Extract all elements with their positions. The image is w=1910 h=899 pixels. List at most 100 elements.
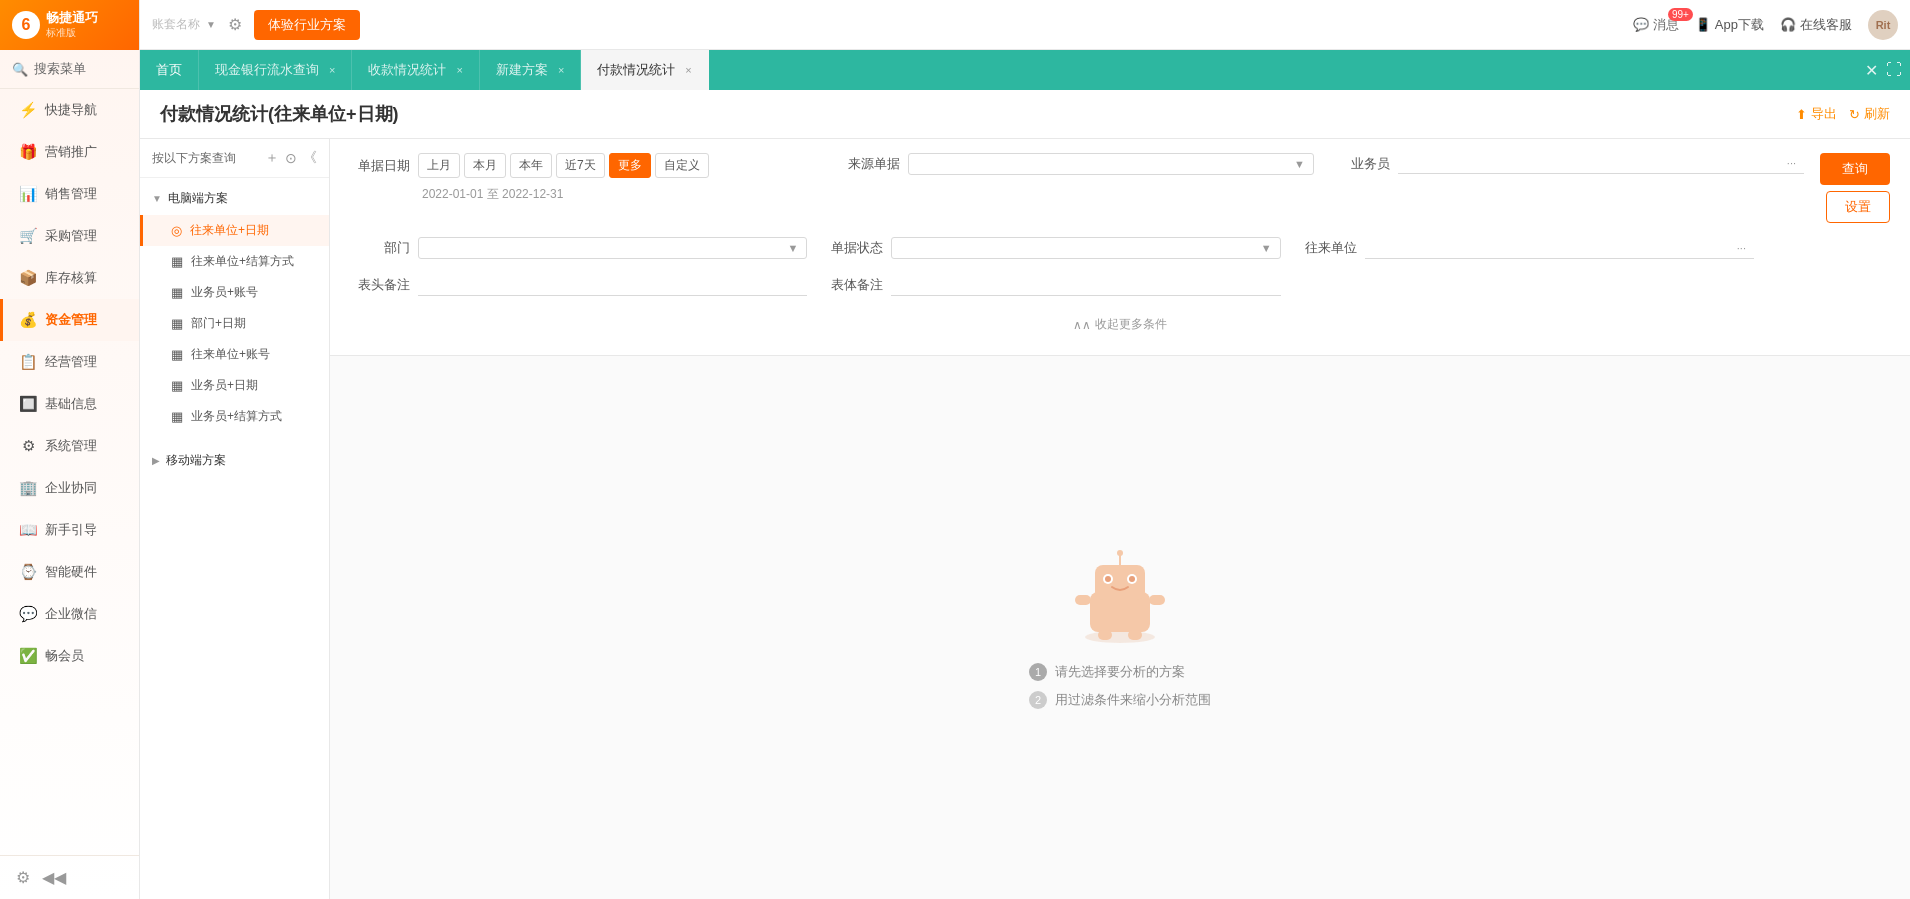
app-download-label: App下载 <box>1715 16 1764 34</box>
sidebar-item-operations[interactable]: 📋 经营管理 <box>0 341 139 383</box>
date-btn-custom[interactable]: 自定义 <box>655 153 709 178</box>
settings-footer-icon[interactable]: ⚙ <box>16 868 30 887</box>
filter-area: 单据日期 上月 本月 本年 近7天 更多 自定义 <box>330 139 1910 899</box>
sidebar-item-inventory[interactable]: 📦 库存核算 <box>0 257 139 299</box>
scheme-item-partner-settle[interactable]: ▦ 往来单位+结算方式 <box>140 246 329 277</box>
date-filter-options: 上月 本月 本年 近7天 更多 自定义 <box>418 153 709 178</box>
scheme-group-desktop-title[interactable]: ▼ 电脑端方案 <box>140 184 329 213</box>
dept-filter-label: 部门 <box>350 239 410 257</box>
sidebar-item-label: 企业微信 <box>45 605 97 623</box>
refresh-icon: ↻ <box>1849 107 1860 122</box>
dept-select[interactable]: ▼ <box>418 237 807 259</box>
messages-btn[interactable]: 💬 消息 99+ <box>1633 16 1679 34</box>
tab-receipt-stats-close-icon[interactable]: × <box>456 64 462 76</box>
scheme-item-partner-date[interactable]: ◎ 往来单位+日期 <box>140 215 329 246</box>
scheme-group-mobile-title[interactable]: ▶ 移动端方案 <box>140 446 329 475</box>
tab-receipt-stats[interactable]: 收款情况统计 × <box>352 50 479 90</box>
account-selector[interactable]: 账套名称 ▼ <box>152 16 216 33</box>
account-chevron-icon: ▼ <box>206 19 216 30</box>
sidebar-item-quick-nav[interactable]: ⚡ 快捷导航 <box>0 89 139 131</box>
tab-bank-flow-close-icon[interactable]: × <box>329 64 335 76</box>
scheme-item-staff-settle[interactable]: ▦ 业务员+结算方式 <box>140 401 329 432</box>
sidebar-item-label: 库存核算 <box>45 269 97 287</box>
app-download-btn[interactable]: 📱 App下载 <box>1695 16 1764 34</box>
export-icon: ⬆ <box>1796 107 1807 122</box>
source-filter-label: 来源单据 <box>840 155 900 173</box>
sidebar-item-wechat[interactable]: 💬 企业微信 <box>0 593 139 635</box>
sidebar-item-sales[interactable]: 📊 销售管理 <box>0 173 139 215</box>
tab-new-scheme[interactable]: 新建方案 × <box>480 50 581 90</box>
staff-select[interactable]: ··· <box>1398 153 1804 174</box>
scheme-item-staff-date[interactable]: ▦ 业务员+日期 <box>140 370 329 401</box>
topnav-settings-icon[interactable]: ⚙ <box>228 15 242 34</box>
header-note-input[interactable] <box>418 273 807 296</box>
sidebar-item-hardware[interactable]: ⌚ 智能硬件 <box>0 551 139 593</box>
sidebar-item-guide[interactable]: 📖 新手引导 <box>0 509 139 551</box>
scheme-item-partner-account[interactable]: ▦ 往来单位+账号 <box>140 339 329 370</box>
tab-new-scheme-close-icon[interactable]: × <box>558 64 564 76</box>
refresh-button[interactable]: ↻ 刷新 <box>1849 105 1890 123</box>
tip-num-1: 1 <box>1029 663 1047 681</box>
scheme-item-staff-account[interactable]: ▦ 业务员+账号 <box>140 277 329 308</box>
page-header: 付款情况统计(往来单位+日期) ⬆ 导出 ↻ 刷新 <box>140 90 1910 139</box>
export-label: 导出 <box>1811 105 1837 123</box>
trial-button[interactable]: 体验行业方案 <box>254 10 360 40</box>
sidebar-item-member[interactable]: ✅ 畅会员 <box>0 635 139 677</box>
date-btn-this-month[interactable]: 本月 <box>464 153 506 178</box>
scheme-item-label: 业务员+结算方式 <box>191 408 282 425</box>
sidebar-item-system[interactable]: ⚙ 系统管理 <box>0 425 139 467</box>
tab-payment-stats[interactable]: 付款情况统计 × <box>581 50 708 90</box>
scheme-item-dept-date[interactable]: ▦ 部门+日期 <box>140 308 329 339</box>
settings-button[interactable]: 设置 <box>1826 191 1890 223</box>
sidebar-item-base[interactable]: 🔲 基础信息 <box>0 383 139 425</box>
logo-icon: 6 <box>12 11 40 39</box>
partner-select[interactable]: ··· <box>1365 238 1754 259</box>
tabs-expand-icon[interactable]: ⛶ <box>1886 61 1902 79</box>
date-btn-7days[interactable]: 近7天 <box>556 153 605 178</box>
collapse-label: 收起更多条件 <box>1095 316 1167 333</box>
body-note-input[interactable] <box>891 273 1280 296</box>
operations-icon: 📋 <box>19 353 37 371</box>
date-btn-last-month[interactable]: 上月 <box>418 153 460 178</box>
data-area: 1 请先选择要分析的方案 2 用过滤条件来缩小分析范围 <box>330 356 1910 899</box>
sidebar-item-enterprise[interactable]: 🏢 企业协同 <box>0 467 139 509</box>
topnav-right: 💬 消息 99+ 📱 App下载 🎧 在线客服 Rit <box>1633 10 1898 40</box>
sidebar-item-funds[interactable]: 💰 资金管理 <box>0 299 139 341</box>
collapse-sidebar-icon[interactable]: ◀◀ <box>42 868 66 887</box>
collapse-chevron-icon: ∧∧ <box>1073 318 1091 332</box>
svg-rect-12 <box>1128 630 1142 640</box>
doc-status-filter-label: 单据状态 <box>823 239 883 257</box>
export-button[interactable]: ⬆ 导出 <box>1796 105 1837 123</box>
system-icon: ⚙ <box>19 437 37 455</box>
tab-payment-stats-close-icon[interactable]: × <box>685 64 691 76</box>
sidebar-item-label: 采购管理 <box>45 227 97 245</box>
scheme-item-label: 往来单位+日期 <box>190 222 269 239</box>
tab-home[interactable]: 首页 <box>140 50 199 90</box>
scheme-settings-icon[interactable]: ⊙ <box>285 150 297 166</box>
source-select-arrow-icon: ▼ <box>1294 158 1305 170</box>
tabs-close-all-icon[interactable]: ✕ <box>1865 61 1878 80</box>
user-avatar[interactable]: Rit <box>1868 10 1898 40</box>
svg-rect-10 <box>1149 595 1165 605</box>
svg-rect-9 <box>1075 595 1091 605</box>
scheme-add-icon[interactable]: ＋ <box>265 149 279 167</box>
staff-filter-label: 业务员 <box>1330 155 1390 173</box>
search-menu[interactable]: 🔍 搜索菜单 <box>0 50 139 89</box>
date-btn-more[interactable]: 更多 <box>609 153 651 178</box>
online-support-btn[interactable]: 🎧 在线客服 <box>1780 16 1852 34</box>
sidebar-item-label: 新手引导 <box>45 521 97 539</box>
mobile-group-label: 移动端方案 <box>166 452 226 469</box>
refresh-label: 刷新 <box>1864 105 1890 123</box>
doc-status-select[interactable]: ▼ <box>891 237 1280 259</box>
sales-icon: 📊 <box>19 185 37 203</box>
date-btn-this-year[interactable]: 本年 <box>510 153 552 178</box>
sidebar-item-label: 智能硬件 <box>45 563 97 581</box>
scheme-collapse-icon[interactable]: 《 <box>303 149 317 167</box>
sidebar-item-purchase[interactable]: 🛒 采购管理 <box>0 215 139 257</box>
collapse-filter-button[interactable]: ∧∧ 收起更多条件 <box>1065 308 1175 341</box>
tab-bank-flow[interactable]: 现金银行流水查询 × <box>199 50 352 90</box>
content-area: 付款情况统计(往来单位+日期) ⬆ 导出 ↻ 刷新 按以下方案查询 ＋ <box>140 90 1910 899</box>
source-select[interactable]: ▼ <box>908 153 1314 175</box>
sidebar-item-marketing[interactable]: 🎁 营销推广 <box>0 131 139 173</box>
query-button[interactable]: 查询 <box>1820 153 1890 185</box>
